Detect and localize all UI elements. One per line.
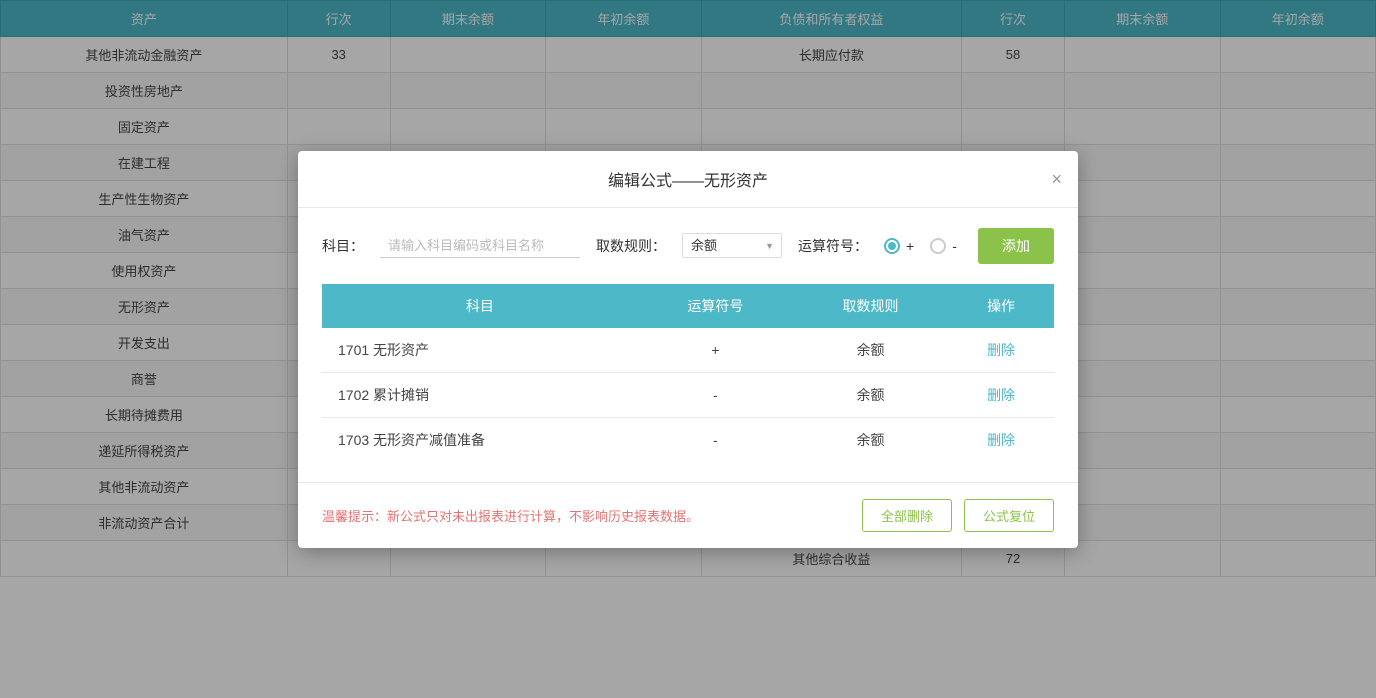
modal-title: 编辑公式——无形资产 xyxy=(608,167,768,191)
radio-plus-circle xyxy=(884,238,900,254)
subject-input[interactable] xyxy=(380,234,580,258)
modal-close-button[interactable]: × xyxy=(1051,170,1062,188)
radio-plus[interactable]: + xyxy=(884,238,914,254)
delete-row-button[interactable]: 删除 xyxy=(987,340,1015,360)
operator-radio-group: + - xyxy=(884,238,957,254)
tip-content: 新公式只对未出报表进行计算，不影响历史报表数据。 xyxy=(387,509,699,524)
th-action: 操作 xyxy=(948,284,1054,328)
operator-label: 运算符号： xyxy=(798,236,868,256)
rule-label: 取数规则： xyxy=(596,236,666,256)
th-rule: 取数规则 xyxy=(793,284,948,328)
delete-all-button[interactable]: 全部删除 xyxy=(862,499,952,532)
formula-row: 1702 累计摊销-余额删除 xyxy=(322,372,1054,417)
footer-buttons: 全部删除 公式复位 xyxy=(862,499,1054,532)
subject-label: 科目： xyxy=(322,236,364,256)
delete-row-button[interactable]: 删除 xyxy=(987,385,1015,405)
th-subject: 科目 xyxy=(322,284,638,328)
reset-formula-button[interactable]: 公式复位 xyxy=(964,499,1054,532)
form-row: 科目： 取数规则： 余额 借方 贷方 借方发生额 贷方发生额 运算符号： xyxy=(322,228,1054,264)
radio-minus-circle xyxy=(930,238,946,254)
footer-tip: 温馨提示：新公式只对未出报表进行计算，不影响历史报表数据。 xyxy=(322,506,699,525)
radio-minus[interactable]: - xyxy=(930,238,957,254)
formula-table: 科目 运算符号 取数规则 操作 1701 无形资产+余额删除1702 累计摊销-… xyxy=(322,284,1054,462)
modal-body: 科目： 取数规则： 余额 借方 贷方 借方发生额 贷方发生额 运算符号： xyxy=(298,208,1078,482)
rule-select-wrap: 余额 借方 贷方 借方发生额 贷方发生额 xyxy=(682,233,782,258)
formula-row: 1703 无形资产减值准备-余额删除 xyxy=(322,417,1054,462)
rule-select[interactable]: 余额 借方 贷方 借方发生额 贷方发生额 xyxy=(682,233,782,258)
modal-header: 编辑公式——无形资产 × xyxy=(298,151,1078,208)
radio-minus-label: - xyxy=(952,238,957,254)
delete-row-button[interactable]: 删除 xyxy=(987,430,1015,450)
tip-prefix: 温馨提示： xyxy=(322,509,387,524)
radio-plus-label: + xyxy=(906,238,914,254)
modal-overlay: 编辑公式——无形资产 × 科目： 取数规则： 余额 借方 贷方 借方发生额 贷方… xyxy=(0,0,1376,698)
modal: 编辑公式——无形资产 × 科目： 取数规则： 余额 借方 贷方 借方发生额 贷方… xyxy=(298,151,1078,548)
modal-footer: 温馨提示：新公式只对未出报表进行计算，不影响历史报表数据。 全部删除 公式复位 xyxy=(298,482,1078,548)
add-button[interactable]: 添加 xyxy=(978,228,1054,264)
formula-row: 1701 无形资产+余额删除 xyxy=(322,328,1054,373)
th-operator: 运算符号 xyxy=(638,284,793,328)
